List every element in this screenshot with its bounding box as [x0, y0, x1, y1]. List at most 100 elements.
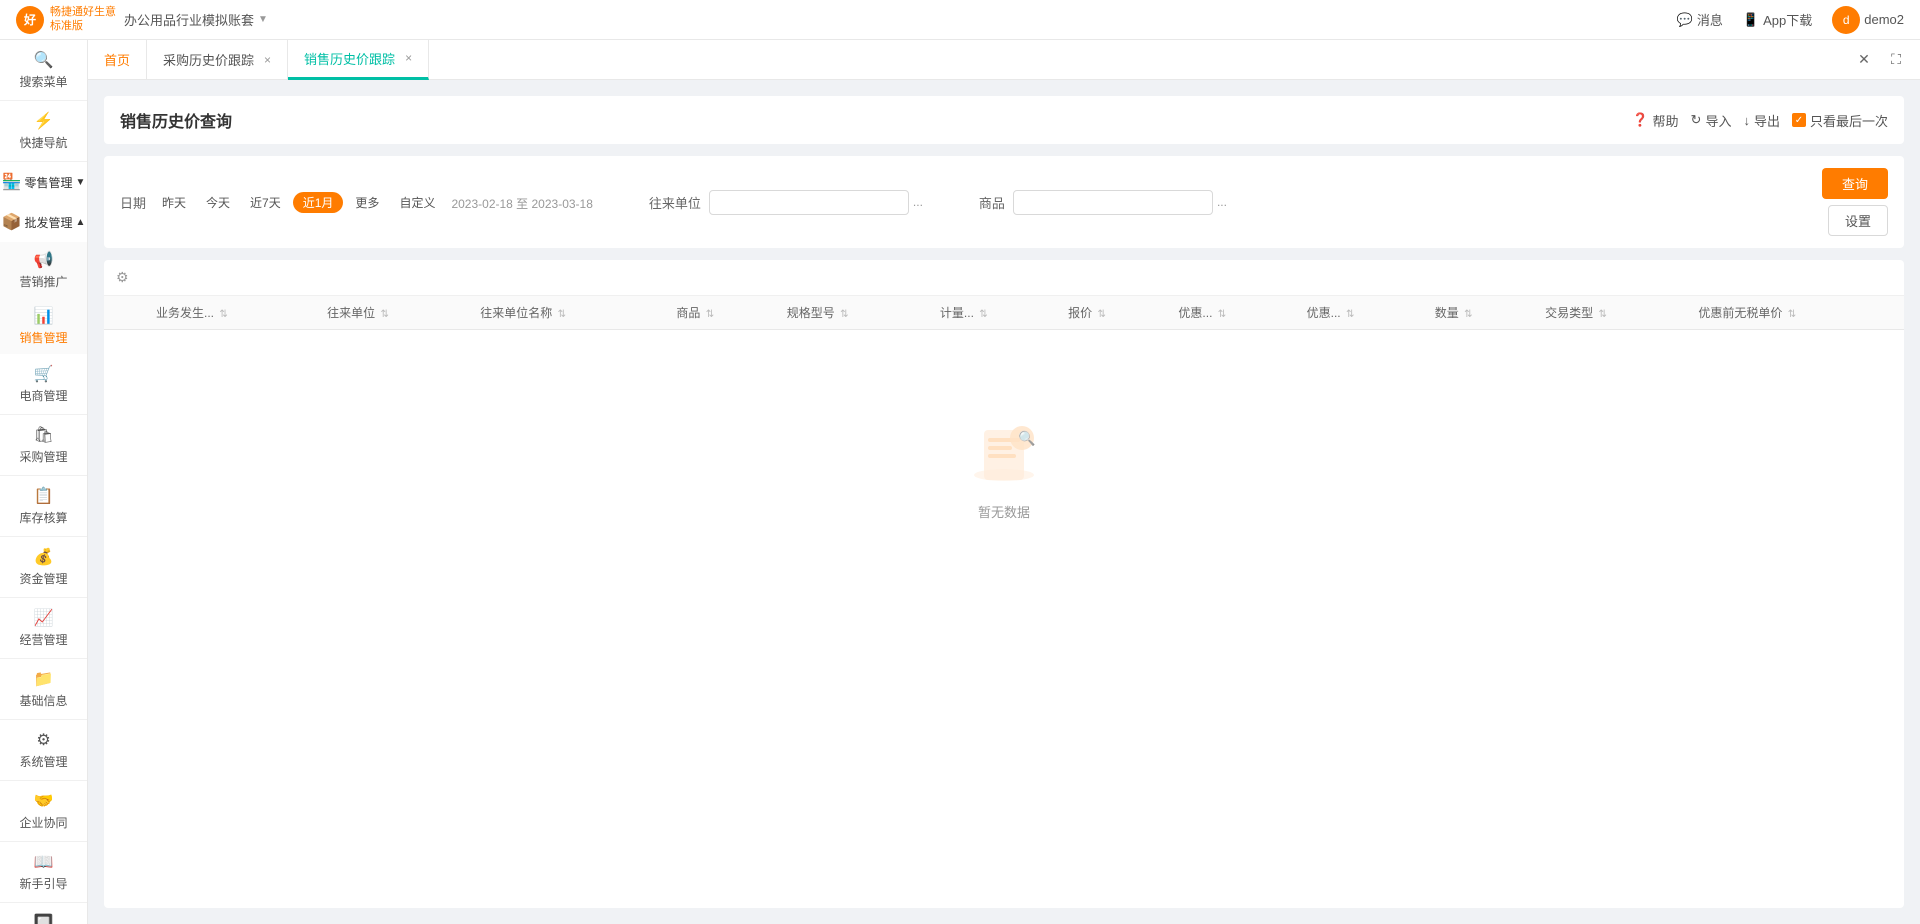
- sort-icon: ⇅: [1788, 309, 1796, 320]
- col-spec[interactable]: 规格型号 ⇅: [775, 296, 928, 330]
- app-download-button[interactable]: 📱 App下载: [1743, 10, 1812, 29]
- product-input-wrap: ...: [1013, 190, 1227, 215]
- query-button[interactable]: 查询: [1822, 168, 1888, 199]
- sort-icon: ⇅: [840, 309, 848, 320]
- date-filter: 日期 昨天 今天 近7天 近1月 更多 自定义: [120, 192, 443, 213]
- checkbox-icon: ✓: [1792, 113, 1806, 127]
- col-discount2[interactable]: 优惠... ⇅: [1295, 296, 1423, 330]
- product-filter: 商品 ...: [979, 190, 1227, 215]
- sidebar-item-operations[interactable]: 📈 经营管理: [0, 598, 87, 659]
- col-unit[interactable]: 计量... ⇅: [928, 296, 1056, 330]
- sidebar-item-shortcut[interactable]: ⚡ 快捷导航: [0, 101, 87, 162]
- inventory-icon: 📋: [34, 486, 54, 506]
- sort-icon: ⇅: [979, 309, 987, 320]
- top-bar-right: 💬 消息 📱 App下载 d demo2: [1677, 6, 1904, 34]
- col-pretax-price[interactable]: 优惠前无税单价 ⇅: [1686, 296, 1904, 330]
- page-header-actions: ❓ 帮助 ↻ 导入 ↓ 导出 ✓ 只看最后一次: [1632, 111, 1888, 130]
- apps-icon: 🔲: [34, 913, 54, 924]
- tab-home[interactable]: 首页: [88, 40, 147, 80]
- sidebar-item-inventory[interactable]: 📋 库存核算: [0, 476, 87, 537]
- ecommerce-icon: 🛒: [34, 364, 54, 384]
- tab-sales[interactable]: 销售历史价跟踪 ×: [288, 40, 429, 80]
- table-wrap: ⚙ 业务发生... ⇅ 往来单位 ⇅: [104, 260, 1904, 908]
- partner-dots[interactable]: ...: [913, 195, 923, 209]
- sidebar-item-ecommerce[interactable]: 🛒 电商管理: [0, 354, 87, 415]
- message-button[interactable]: 💬 消息: [1677, 10, 1723, 29]
- sidebar-item-marketing[interactable]: 📢 营销推广: [0, 242, 87, 298]
- col-quote[interactable]: 报价 ⇅: [1056, 296, 1166, 330]
- sidebar-item-system[interactable]: ⚙ 系统管理: [0, 720, 87, 781]
- close-all-tabs-button[interactable]: ✕: [1852, 48, 1876, 72]
- empty-illustration: 🔍: [964, 410, 1044, 490]
- message-icon: 💬: [1677, 12, 1693, 28]
- only-last-checkbox[interactable]: ✓ 只看最后一次: [1792, 111, 1888, 130]
- product-dots[interactable]: ...: [1217, 195, 1227, 209]
- sort-icon: ⇅: [380, 309, 388, 320]
- col-trade-type[interactable]: 交易类型 ⇅: [1533, 296, 1686, 330]
- purchase-icon: 🛍: [33, 425, 53, 445]
- tab-close-purchase[interactable]: ×: [264, 53, 271, 67]
- export-icon: ↓: [1743, 113, 1750, 128]
- col-partner-code[interactable]: 往来单位 ⇅: [315, 296, 468, 330]
- sidebar: 🔍 搜索菜单 ⚡ 快捷导航 🏪 零售管理 ▼ 📦 批发管理 ▲ 📢 营销推广 📊…: [0, 40, 88, 924]
- marketing-icon: 📢: [34, 250, 54, 270]
- date-btn-custom[interactable]: 自定义: [391, 192, 443, 213]
- import-button[interactable]: ↻ 导入: [1691, 111, 1732, 130]
- sidebar-item-search[interactable]: 🔍 搜索菜单: [0, 40, 87, 101]
- col-discount1[interactable]: 优惠... ⇅: [1166, 296, 1294, 330]
- logo-area: 好 畅捷通好生意 标准版: [16, 6, 116, 34]
- table-toolbar: ⚙: [104, 260, 1904, 296]
- date-btn-7days[interactable]: 近7天: [242, 192, 289, 213]
- sidebar-item-purchase[interactable]: 🛍 采购管理: [0, 415, 87, 476]
- data-table: 业务发生... ⇅ 往来单位 ⇅ 往来单位名称 ⇅: [104, 296, 1904, 601]
- filter-row: 日期 昨天 今天 近7天 近1月 更多 自定义 2023-02-18 至 202…: [120, 168, 1888, 236]
- table-settings-icon[interactable]: ⚙: [116, 269, 129, 286]
- maximize-button[interactable]: ⛶: [1884, 48, 1908, 72]
- sidebar-item-finance[interactable]: 💰 资金管理: [0, 537, 87, 598]
- settings-button[interactable]: 设置: [1828, 205, 1888, 236]
- partner-input-wrap: ...: [709, 190, 923, 215]
- sidebar-item-wholesale[interactable]: 📦 批发管理 ▲: [0, 202, 87, 242]
- user-avatar-area[interactable]: d demo2: [1832, 6, 1904, 34]
- sort-icon: ⇅: [706, 309, 714, 320]
- operations-icon: 📈: [34, 608, 54, 628]
- date-btn-yesterday[interactable]: 昨天: [154, 192, 194, 213]
- col-product[interactable]: 商品 ⇅: [664, 296, 774, 330]
- sort-icon: ⇅: [558, 309, 566, 320]
- top-bar: 好 畅捷通好生意 标准版 办公用品行业模拟账套 ▼ 💬 消息 📱 App下载 d…: [0, 0, 1920, 40]
- col-partner-name[interactable]: 往来单位名称 ⇅: [468, 296, 664, 330]
- help-button[interactable]: ❓ 帮助: [1632, 111, 1678, 130]
- svg-text:🔍: 🔍: [1018, 429, 1035, 447]
- top-bar-left: 好 畅捷通好生意 标准版 办公用品行业模拟账套 ▼: [16, 6, 268, 34]
- filter-right-actions: 查询 设置: [1822, 168, 1888, 236]
- col-quantity[interactable]: 数量 ⇅: [1423, 296, 1533, 330]
- date-btn-today[interactable]: 今天: [198, 192, 238, 213]
- date-range-display: 2023-02-18 至 2023-03-18: [451, 195, 592, 212]
- sidebar-item-sales-mgmt[interactable]: 📊 销售管理: [0, 298, 87, 354]
- partner-filter: 往来单位 ...: [649, 190, 923, 215]
- tab-bar-right: ✕ ⛶: [1852, 48, 1920, 72]
- chevron-up-icon: ▲: [76, 217, 86, 228]
- wholesale-icon: 📦: [2, 212, 22, 232]
- date-btn-more[interactable]: 更多: [347, 192, 387, 213]
- shortcut-icon: ⚡: [34, 111, 54, 131]
- import-icon: ↻: [1691, 112, 1702, 128]
- sidebar-item-cooperation[interactable]: 🤝 企业协同: [0, 781, 87, 842]
- sidebar-item-guide[interactable]: 📖 新手引导: [0, 842, 87, 903]
- app-selector[interactable]: 办公用品行业模拟账套 ▼: [124, 10, 268, 29]
- empty-text: 暂无数据: [978, 502, 1030, 521]
- tab-close-sales[interactable]: ×: [405, 51, 412, 65]
- partner-input[interactable]: [709, 190, 909, 215]
- sidebar-item-retail[interactable]: 🏪 零售管理 ▼: [0, 162, 87, 202]
- filter-bar: 日期 昨天 今天 近7天 近1月 更多 自定义 2023-02-18 至 202…: [104, 156, 1904, 248]
- col-biz-date[interactable]: 业务发生... ⇅: [144, 296, 315, 330]
- date-btn-1month[interactable]: 近1月: [293, 192, 344, 213]
- tab-purchase[interactable]: 采购历史价跟踪 ×: [147, 40, 288, 80]
- sidebar-item-basic[interactable]: 📁 基础信息: [0, 659, 87, 720]
- export-button[interactable]: ↓ 导出: [1743, 111, 1780, 130]
- sidebar-item-apps[interactable]: 🔲 应用中心: [0, 903, 87, 924]
- empty-state: 🔍 暂无数据: [104, 330, 1904, 601]
- product-input[interactable]: [1013, 190, 1213, 215]
- logo-icon: 好: [16, 6, 44, 34]
- page-content: 销售历史价查询 ❓ 帮助 ↻ 导入 ↓ 导出 ✓: [88, 80, 1920, 924]
